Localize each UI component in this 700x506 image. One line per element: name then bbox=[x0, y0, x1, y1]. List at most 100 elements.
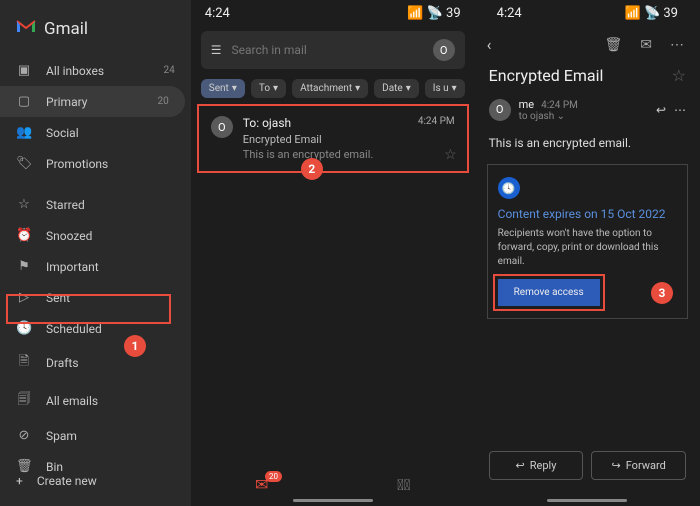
confidential-box: 🕓 Content expires on 15 Oct 2022 Recipie… bbox=[487, 164, 688, 319]
sidebar-item-starred[interactable]: ☆ Starred bbox=[0, 189, 191, 220]
more-icon[interactable]: ⋯ bbox=[666, 37, 688, 53]
filter-chip-to[interactable]: To ▾ bbox=[251, 79, 286, 98]
sidebar-item-promotions[interactable]: 🏷 Promotions bbox=[0, 148, 191, 179]
sidebar-item-snoozed[interactable]: ⏰ Snoozed bbox=[0, 220, 191, 251]
detail-subject-row: Encrypted Email ☆ bbox=[483, 62, 692, 89]
folder-icon: 🏷 bbox=[16, 156, 32, 171]
remove-access-button[interactable]: Remove access bbox=[498, 279, 600, 306]
create-new-button[interactable]: + Create new bbox=[0, 464, 191, 498]
message-preview: This is an encrypted email. bbox=[243, 148, 408, 161]
video-tab[interactable]: ▢⃝ bbox=[397, 476, 410, 494]
message-body: This is an encrypted email. bbox=[483, 130, 692, 156]
detail-subject: Encrypted Email bbox=[489, 66, 672, 85]
sender-name: me bbox=[519, 98, 534, 111]
chevron-down-icon: ▾ bbox=[232, 83, 237, 94]
sidebar-item-spam[interactable]: ⊘ Spam bbox=[0, 420, 191, 451]
folder-icon: 🕓 bbox=[16, 321, 32, 336]
message-subject: Encrypted Email bbox=[243, 133, 408, 146]
mail-icon[interactable]: ✉ bbox=[636, 37, 656, 53]
status-indicators: 📶 📡 39 bbox=[407, 6, 460, 21]
sidebar-item-count: 24 bbox=[164, 65, 175, 76]
annotation-badge-3: 3 bbox=[651, 282, 673, 304]
folder-icon: ⏰ bbox=[16, 228, 32, 243]
annotation-badge-2: 2 bbox=[301, 158, 323, 180]
clock-icon: 🕓 bbox=[498, 177, 520, 199]
filter-chips: Sent ▾ To ▾ Attachment ▾ Date ▾ Is u ▾ bbox=[191, 73, 475, 104]
folder-icon: 🗎 bbox=[16, 352, 32, 374]
sender-to[interactable]: to ojash ⌄ bbox=[519, 111, 648, 122]
sidebar-item-drafts[interactable]: 🗎Drafts bbox=[0, 344, 191, 382]
sidebar: Gmail ▣All inboxes24▢Primary20👥Social🏷Pr… bbox=[0, 0, 191, 506]
sidebar-item-social[interactable]: 👥 Social bbox=[0, 117, 191, 148]
status-bar: 4:24 📶 📡 39 bbox=[483, 0, 692, 27]
confidential-text: Recipients won't have the option to forw… bbox=[498, 227, 677, 269]
delete-icon[interactable]: 🗑 bbox=[600, 37, 626, 53]
sidebar-item-label: Spam bbox=[46, 429, 161, 443]
sender-row[interactable]: O me 4:24 PM to ojash ⌄ ↩ ⋯ bbox=[483, 89, 692, 130]
sidebar-item-label: Important bbox=[46, 260, 161, 274]
sender-time: 4:24 PM bbox=[541, 100, 578, 111]
chevron-down-icon: ▾ bbox=[355, 83, 360, 94]
sidebar-item-sent[interactable]: ▷ Sent bbox=[0, 282, 191, 313]
sidebar-item-label: Primary bbox=[46, 95, 144, 109]
folder-icon: ▷ bbox=[16, 290, 32, 305]
message-detail-panel: 4:24 📶 📡 39 ‹ 🗑 ✉ ⋯ Encrypted Email ☆ O … bbox=[475, 0, 700, 506]
filter-chip-sent[interactable]: Sent ▾ bbox=[201, 79, 245, 98]
folder-icon: ⚑ bbox=[16, 259, 32, 274]
search-bar[interactable]: ☰ O bbox=[201, 31, 465, 69]
sidebar-item-important[interactable]: ⚑ Important bbox=[0, 251, 191, 282]
sidebar-item-primary[interactable]: ▢ Primary 20 bbox=[0, 86, 185, 117]
sender-avatar: O bbox=[211, 116, 233, 138]
chevron-down-icon: ▾ bbox=[406, 83, 411, 94]
filter-chip-attachment[interactable]: Attachment ▾ bbox=[292, 79, 368, 98]
folder-icon: ☆ bbox=[16, 197, 32, 212]
chevron-down-icon: ▾ bbox=[273, 83, 278, 94]
sidebar-item-label: Social bbox=[46, 126, 161, 140]
home-indicator bbox=[293, 499, 373, 502]
chevron-down-icon: ▾ bbox=[452, 83, 457, 94]
create-label: Create new bbox=[37, 474, 97, 488]
back-icon[interactable]: ‹ bbox=[487, 35, 591, 54]
more-icon[interactable]: ⋯ bbox=[674, 103, 686, 117]
message-list-panel: 4:24 📶 📡 39 ☰ O Sent ▾ To ▾ Attachment ▾ Da… bbox=[191, 0, 475, 506]
status-time: 4:24 bbox=[497, 6, 522, 21]
sidebar-item-scheduled[interactable]: 🕓Scheduled bbox=[0, 313, 191, 344]
bottom-nav: ✉20 ▢⃝ bbox=[191, 475, 475, 494]
sidebar-item-label: All emails bbox=[46, 394, 161, 408]
search-input[interactable] bbox=[232, 43, 423, 57]
sidebar-item-count: 20 bbox=[158, 96, 169, 107]
home-indicator bbox=[547, 499, 627, 502]
sidebar-item-label: Snoozed bbox=[46, 229, 161, 243]
folder-icon: 👥 bbox=[16, 125, 32, 140]
star-icon[interactable]: ☆ bbox=[672, 66, 686, 85]
action-buttons: ↩ Reply ↪ Forward bbox=[483, 441, 692, 490]
forward-button[interactable]: ↪ Forward bbox=[591, 451, 686, 480]
sidebar-item-label: All inboxes bbox=[46, 64, 150, 78]
sidebar-item-all-emails[interactable]: 🗐 All emails bbox=[0, 382, 191, 420]
plus-icon: + bbox=[16, 474, 23, 488]
sidebar-item-label: Sent bbox=[46, 291, 161, 305]
status-indicators: 📶 📡 39 bbox=[625, 6, 678, 21]
message-item[interactable]: O To: ojash Encrypted Email This is an e… bbox=[197, 104, 469, 173]
status-bar: 4:24 📶 📡 39 bbox=[191, 0, 475, 27]
reply-button[interactable]: ↩ Reply bbox=[489, 451, 584, 480]
sidebar-item-label: Promotions bbox=[46, 157, 161, 171]
menu-icon[interactable]: ☰ bbox=[211, 43, 222, 57]
app-name: Gmail bbox=[44, 19, 88, 39]
detail-toolbar: ‹ 🗑 ✉ ⋯ bbox=[483, 27, 692, 62]
sidebar-item-all-inboxes[interactable]: ▣All inboxes24 bbox=[0, 55, 191, 86]
star-icon[interactable]: ☆ bbox=[444, 147, 457, 163]
app-logo: Gmail bbox=[0, 10, 191, 55]
reply-icon[interactable]: ↩ bbox=[656, 103, 666, 117]
folder-icon: ⊘ bbox=[16, 428, 32, 443]
folder-icon: 🗐 bbox=[16, 390, 32, 412]
filter-chip-date[interactable]: Date ▾ bbox=[374, 79, 419, 98]
confidential-title: Content expires on 15 Oct 2022 bbox=[498, 207, 677, 221]
account-avatar[interactable]: O bbox=[433, 39, 455, 61]
folder-icon: ▢ bbox=[16, 94, 32, 109]
annotation-badge-1: 1 bbox=[124, 335, 146, 357]
mail-tab[interactable]: ✉20 bbox=[255, 475, 268, 494]
filter-chip-is u[interactable]: Is u ▾ bbox=[425, 79, 465, 98]
message-recipient: To: ojash bbox=[243, 116, 408, 130]
sidebar-item-label: Starred bbox=[46, 198, 161, 212]
